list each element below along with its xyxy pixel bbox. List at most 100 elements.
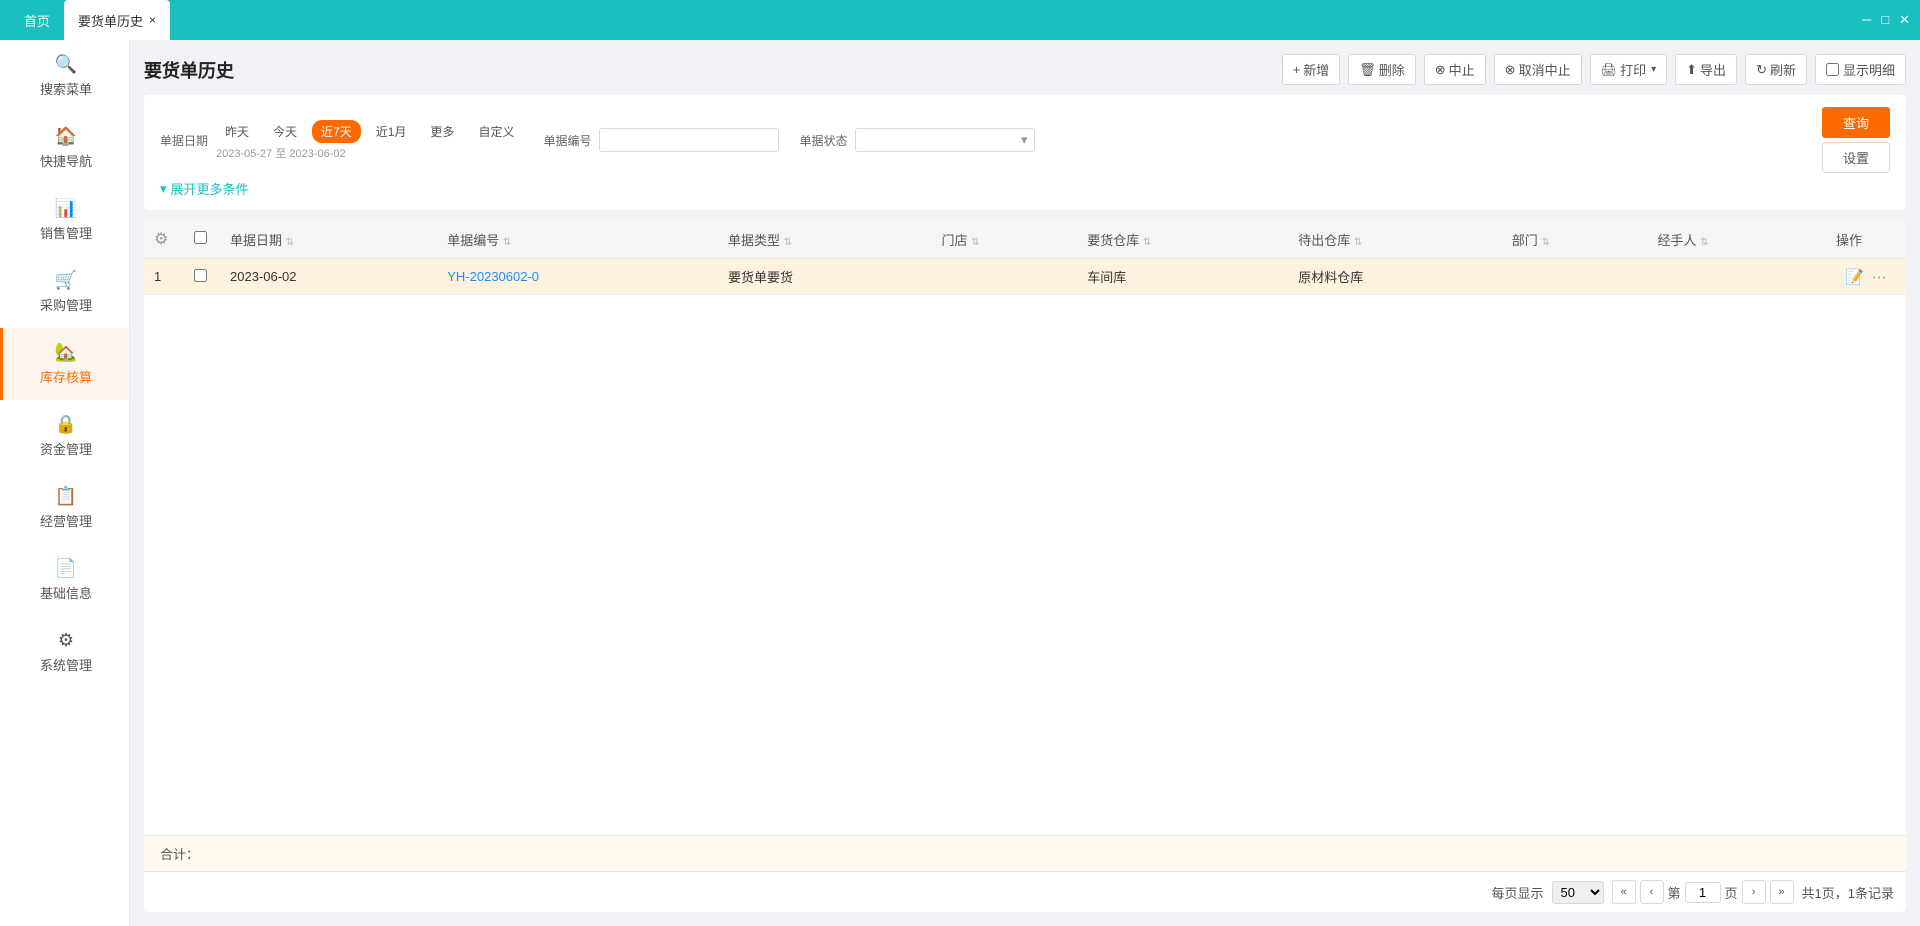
date-filters: 昨天 今天 近7天 近1月 更多 自定义 xyxy=(216,120,523,143)
page-label: 第 xyxy=(1668,883,1681,902)
sidebar-item-system-mgmt[interactable]: ⚙ 系统管理 xyxy=(0,616,129,688)
row-checkbox[interactable] xyxy=(194,269,207,282)
filter-row: 单据日期 昨天 今天 近7天 近1月 更多 自定义 2023-05-27 至 2… xyxy=(160,107,1890,173)
query-button[interactable]: 查询 xyxy=(1822,107,1890,138)
print-button[interactable]: 🖨 打印 ▾ xyxy=(1590,54,1668,85)
th-handler-label: 经手人 xyxy=(1658,233,1697,248)
date-btn-last1month[interactable]: 近1月 xyxy=(367,120,416,143)
th-settings: ⚙ xyxy=(144,220,184,259)
page-nav: « ‹ 第 页 › » xyxy=(1612,880,1794,904)
bill-no-filter-group: 单据编号 xyxy=(543,128,779,152)
expand-more-icon: ▾ xyxy=(160,181,167,197)
minimize-icon[interactable]: ─ xyxy=(1862,12,1871,28)
maximize-icon[interactable]: □ xyxy=(1881,12,1889,28)
table-settings-gear[interactable]: ⚙ xyxy=(154,231,168,248)
new-button[interactable]: + 新增 xyxy=(1282,54,1341,85)
bill-status-label: 单据状态 xyxy=(799,132,847,149)
action-buttons: 查询 设置 xyxy=(1822,107,1890,173)
expand-more-btn[interactable]: ▾ 展开更多条件 xyxy=(160,179,1890,198)
show-detail-checkbox[interactable] xyxy=(1826,63,1839,76)
print-dropdown-icon: ▾ xyxy=(1651,64,1656,75)
delete-button[interactable]: 🗑 删除 xyxy=(1348,54,1416,85)
th-bill-type: 单据类型 ⇅ xyxy=(718,220,932,259)
bill-status-select-wrap xyxy=(855,128,1035,152)
date-filter-label: 单据日期 xyxy=(160,132,208,149)
sidebar-item-search-menu[interactable]: 🔍 搜索菜单 xyxy=(0,40,129,112)
stop-icon: ⊗ xyxy=(1435,62,1446,78)
date-btn-last7days[interactable]: 近7天 xyxy=(312,120,361,143)
per-page-label: 每页显示 xyxy=(1491,883,1543,902)
th-req-warehouse-label: 要货仓库 xyxy=(1087,233,1139,248)
cancel-stop-button[interactable]: ⊗ 取消中止 xyxy=(1494,54,1582,85)
new-button-label: 新增 xyxy=(1303,60,1329,79)
sidebar-item-finance-mgmt[interactable]: 🔒 资金管理 xyxy=(0,400,129,472)
top-bar: 首页 要货单历史 × ─ □ ✕ xyxy=(0,0,1920,40)
delete-icon: 🗑 xyxy=(1359,62,1376,78)
tab-requisition-history-label: 要货单历史 xyxy=(78,11,143,30)
stop-button[interactable]: ⊗ 中止 xyxy=(1424,54,1486,85)
close-icon[interactable]: ✕ xyxy=(1899,12,1910,28)
show-detail-toggle[interactable]: 显示明细 xyxy=(1815,54,1906,85)
th-ops-label: 操作 xyxy=(1836,233,1862,248)
sidebar-item-purchase-mgmt[interactable]: 🛒 采购管理 xyxy=(0,256,129,328)
row-edit-icon[interactable]: 📝 xyxy=(1845,269,1864,286)
sidebar-item-purchase-mgmt-label: 采购管理 xyxy=(40,295,92,314)
sort-date-icon[interactable]: ⇅ xyxy=(286,237,294,248)
select-all-checkbox[interactable] xyxy=(194,231,207,244)
content-area: 要货单历史 + 新增 🗑 删除 ⊗ 中止 ⊗ 取消中止 xyxy=(130,40,1920,926)
operations-mgmt-icon: 📋 xyxy=(55,486,77,507)
bill-status-select[interactable] xyxy=(855,128,1035,152)
finance-mgmt-icon: 🔒 xyxy=(55,414,77,435)
cancel-stop-button-label: 取消中止 xyxy=(1519,60,1571,79)
row-req-warehouse: 车间库 xyxy=(1077,259,1288,295)
sort-bill-no-icon[interactable]: ⇅ xyxy=(503,237,511,248)
date-btn-custom[interactable]: 自定义 xyxy=(469,120,523,143)
sidebar-item-quick-nav[interactable]: 🏠 快捷导航 xyxy=(0,112,129,184)
next-page-btn[interactable]: › xyxy=(1742,880,1766,904)
th-pending-warehouse: 待出仓库 ⇅ xyxy=(1288,220,1502,259)
th-ops: 操作 xyxy=(1826,220,1906,259)
toolbar: + 新增 🗑 删除 ⊗ 中止 ⊗ 取消中止 🖨 打印 xyxy=(1282,54,1906,85)
sort-pending-warehouse-icon[interactable]: ⇅ xyxy=(1354,237,1362,248)
show-detail-label: 显示明细 xyxy=(1843,60,1895,79)
bill-no-link[interactable]: YH-20230602-0 xyxy=(447,269,539,284)
sort-req-warehouse-icon[interactable]: ⇅ xyxy=(1143,237,1151,248)
row-bill-no: YH-20230602-0 xyxy=(437,259,718,295)
close-tab-icon[interactable]: × xyxy=(149,13,156,27)
th-department-label: 部门 xyxy=(1512,233,1538,248)
first-page-btn[interactable]: « xyxy=(1612,880,1636,904)
prev-page-btn[interactable]: ‹ xyxy=(1640,880,1664,904)
inventory-calc-icon: 🏡 xyxy=(55,342,77,363)
sidebar-item-operations-mgmt[interactable]: 📋 经营管理 xyxy=(0,472,129,544)
bill-no-input[interactable] xyxy=(599,128,779,152)
date-filter-group: 单据日期 昨天 今天 近7天 近1月 更多 自定义 2023-05-27 至 2… xyxy=(160,120,523,161)
sort-department-icon[interactable]: ⇅ xyxy=(1541,237,1549,248)
sidebar-item-basic-info[interactable]: 📄 基础信息 xyxy=(0,544,129,616)
table-scroll-area[interactable]: ⚙ 单据日期 ⇅ 单据编号 ⇅ xyxy=(144,220,1906,835)
refresh-button[interactable]: ↻ 刷新 xyxy=(1745,54,1807,85)
date-btn-today[interactable]: 今天 xyxy=(264,120,306,143)
date-btn-yesterday[interactable]: 昨天 xyxy=(216,120,258,143)
sort-store-icon[interactable]: ⇅ xyxy=(971,237,979,248)
per-page-select[interactable]: 50 10 20 100 xyxy=(1552,881,1604,904)
tab-home[interactable]: 首页 xyxy=(10,0,64,40)
date-btn-more[interactable]: 更多 xyxy=(421,120,463,143)
expand-more-label: 展开更多条件 xyxy=(171,179,249,198)
sort-bill-type-icon[interactable]: ⇅ xyxy=(784,237,792,248)
th-date-label: 单据日期 xyxy=(230,233,282,248)
row-num: 1 xyxy=(144,259,184,295)
sidebar-item-inventory-calc[interactable]: 🏡 库存核算 xyxy=(0,328,129,400)
tab-requisition-history[interactable]: 要货单历史 × xyxy=(64,0,170,40)
settings-button[interactable]: 设置 xyxy=(1822,142,1890,173)
sort-handler-icon[interactable]: ⇅ xyxy=(1700,237,1708,248)
summary-bar: 合计： xyxy=(144,835,1906,871)
filter-section: 单据日期 昨天 今天 近7天 近1月 更多 自定义 2023-05-27 至 2… xyxy=(144,95,1906,210)
delete-button-label: 删除 xyxy=(1379,60,1405,79)
page-input[interactable] xyxy=(1685,882,1721,903)
export-button[interactable]: ⬆ 导出 xyxy=(1675,54,1737,85)
pagination-bar: 每页显示 50 10 20 100 « ‹ 第 页 › » 共1页，1条记录 xyxy=(144,871,1906,912)
last-page-btn[interactable]: » xyxy=(1770,880,1794,904)
row-more-icon[interactable]: ⋯ xyxy=(1872,269,1887,286)
sidebar-item-sales-mgmt[interactable]: 📊 销售管理 xyxy=(0,184,129,256)
stop-button-label: 中止 xyxy=(1449,60,1475,79)
